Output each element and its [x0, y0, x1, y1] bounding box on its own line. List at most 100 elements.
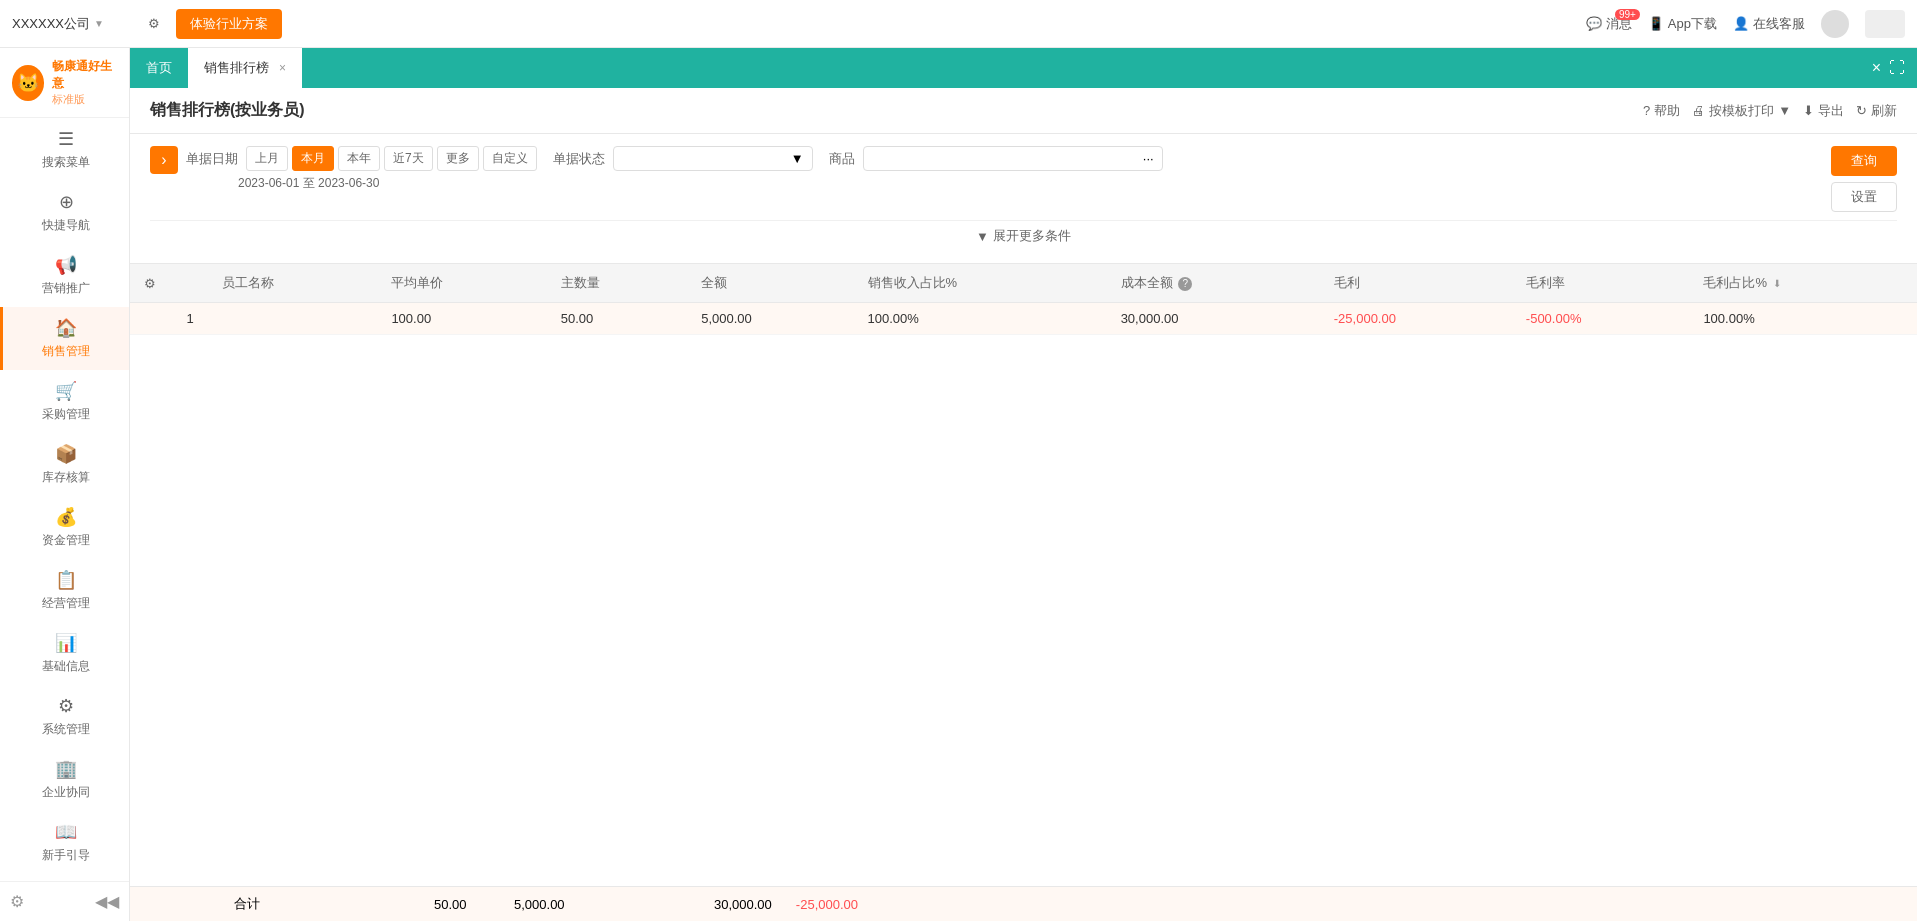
col-sales-pct-label: 销售收入占比% — [868, 275, 958, 290]
app-download-button[interactable]: 📱 App下载 — [1648, 15, 1717, 33]
row-quantity-value: 50.00 — [561, 311, 594, 326]
col-gross-label: 毛利 — [1334, 275, 1360, 290]
sidebar-item-finance[interactable]: 💰 资金管理 — [0, 496, 129, 559]
topbar-settings-button[interactable]: ⚙ — [140, 10, 168, 38]
print-icon: 🖨 — [1692, 103, 1705, 118]
help-button[interactable]: ? 帮助 — [1643, 102, 1680, 120]
sidebar-item-system[interactable]: ⚙ 系统管理 — [0, 685, 129, 748]
col-header-gross[interactable]: 毛利 — [1322, 264, 1514, 303]
gross-pct-sort-icon[interactable]: ⬇ — [1773, 278, 1781, 289]
expand-more-button[interactable]: ▼ 展开更多条件 — [976, 227, 1071, 245]
template-print-button[interactable]: 🖨 按模板打印 ▼ — [1692, 102, 1791, 120]
row-gross-value: -25,000.00 — [1334, 311, 1396, 326]
message-badge: 99+ — [1615, 9, 1640, 20]
filter-settings-button[interactable]: 设置 — [1831, 182, 1897, 212]
row-settings-cell — [130, 303, 170, 335]
topbar-settings-icon: ⚙ — [148, 16, 160, 31]
tab-bar: 首页 销售排行榜 × × ⛶ — [130, 48, 1917, 88]
date-filter-label: 单据日期 — [186, 150, 238, 168]
col-header-amount[interactable]: 全额 — [689, 264, 855, 303]
date-btn-last-month[interactable]: 上月 — [246, 146, 288, 171]
tab-end-icons: × ⛶ — [1872, 59, 1917, 77]
tab-sales-ranking-label: 销售排行榜 — [204, 59, 269, 77]
sidebar-label-system: 系统管理 — [42, 721, 90, 738]
status-select[interactable]: ▼ — [613, 146, 813, 171]
footer-cost: 30,000.00 — [702, 897, 784, 912]
date-btn-custom[interactable]: 自定义 — [483, 146, 537, 171]
page-header: 销售排行榜(按业务员) ? 帮助 🖨 按模板打印 ▼ ⬇ — [130, 88, 1917, 134]
sidebar-settings-button[interactable]: ⚙ — [10, 892, 24, 911]
sidebar-item-purchase[interactable]: 🛒 采购管理 — [0, 370, 129, 433]
user-name-area[interactable] — [1865, 10, 1905, 38]
sidebar-item-sales[interactable]: 🏠 销售管理 — [0, 307, 129, 370]
tab-expand-icon[interactable]: ⛶ — [1889, 59, 1905, 77]
sidebar-item-shortcut[interactable]: ⊕ 快捷导航 — [0, 181, 129, 244]
date-btn-this-year[interactable]: 本年 — [338, 146, 380, 171]
footer-gross: -25,000.00 — [784, 897, 870, 912]
sidebar-label-inventory: 库存核算 — [42, 469, 90, 486]
date-btn-this-month[interactable]: 本月 — [292, 146, 334, 171]
sidebar-item-guide[interactable]: 📖 新手引导 — [0, 811, 129, 874]
logo-line1: 畅康通好生意 — [52, 58, 117, 92]
table-header-row: ⚙ 员工名称 平均单价 主数量 — [130, 264, 1917, 303]
col-header-quantity[interactable]: 主数量 — [549, 264, 689, 303]
forward-button[interactable]: › — [150, 146, 178, 174]
content-area: 首页 销售排行榜 × × ⛶ 销售排行榜(按业务员) — [130, 48, 1917, 921]
sidebar-bottom: ⚙ ◀◀ — [0, 881, 129, 921]
online-service-button[interactable]: 👤 在线客服 — [1733, 15, 1805, 33]
sidebar-item-marketing[interactable]: 📢 营销推广 — [0, 244, 129, 307]
user-avatar[interactable] — [1821, 10, 1849, 38]
row-avg-price-value: 100.00 — [391, 311, 431, 326]
experience-button[interactable]: 体验行业方案 — [176, 9, 282, 39]
goods-input[interactable]: ··· — [863, 146, 1163, 171]
row-rank-cell: 1 — [170, 303, 210, 335]
search-order-icon: ☰ — [58, 128, 74, 150]
col-header-gross-rate[interactable]: 毛利率 — [1514, 264, 1692, 303]
table-row: 1 100.00 50.00 — [130, 303, 1917, 335]
tab-sales-ranking[interactable]: 销售排行榜 × — [188, 48, 302, 88]
sidebar-item-apps[interactable]: 📱 应用中心 — [0, 874, 129, 881]
tab-close-all-icon[interactable]: × — [1872, 59, 1881, 77]
message-button[interactable]: 💬 消息 99+ — [1586, 15, 1632, 33]
sidebar-item-inventory[interactable]: 📦 库存核算 — [0, 433, 129, 496]
col-header-sales-pct[interactable]: 销售收入占比% — [856, 264, 1109, 303]
sidebar-item-basic[interactable]: 📊 基础信息 — [0, 622, 129, 685]
col-header-gross-pct[interactable]: 毛利占比% ⬇ — [1691, 264, 1917, 303]
sidebar-item-search-order[interactable]: ☰ 搜索菜单 — [0, 118, 129, 181]
refresh-button[interactable]: ↻ 刷新 — [1856, 102, 1897, 120]
sidebar: 🐱 畅康通好生意 标准版 ☰ 搜索菜单 ⊕ 快捷导航 📢 营销 — [0, 48, 130, 921]
col-header-settings[interactable]: ⚙ — [130, 264, 170, 303]
col-header-avg-price[interactable]: 平均单价 — [379, 264, 548, 303]
tab-home[interactable]: 首页 — [130, 48, 188, 88]
sidebar-nav: ☰ 搜索菜单 ⊕ 快捷导航 📢 营销推广 🏠 销售管理 🛒 采购管理 — [0, 118, 129, 881]
marketing-icon: 📢 — [55, 254, 77, 276]
query-button[interactable]: 查询 — [1831, 146, 1897, 176]
table-section: ⚙ 员工名称 平均单价 主数量 — [130, 264, 1917, 921]
tab-close-icon[interactable]: × — [279, 61, 286, 75]
app-download-label: App下载 — [1668, 15, 1717, 33]
col-header-cost[interactable]: 成本全额 ? — [1109, 264, 1322, 303]
sidebar-item-operation[interactable]: 📋 经营管理 — [0, 559, 129, 622]
row-gross-cell: -25,000.00 — [1322, 303, 1514, 335]
download-icon: 📱 — [1648, 16, 1664, 31]
col-employee-label: 员工名称 — [222, 275, 274, 290]
tab-home-label: 首页 — [146, 59, 172, 77]
sidebar-label-enterprise: 企业协同 — [42, 784, 90, 801]
sidebar-collapse-button[interactable]: ◀◀ — [95, 892, 119, 911]
row-cost-cell: 30,000.00 — [1109, 303, 1322, 335]
template-print-label: 按模板打印 — [1709, 102, 1774, 120]
purchase-icon: 🛒 — [55, 380, 77, 402]
guide-icon: 📖 — [55, 821, 77, 843]
col-header-employee[interactable]: 员工名称 — [210, 264, 379, 303]
sidebar-item-enterprise[interactable]: 🏢 企业协同 — [0, 748, 129, 811]
shortcut-icon: ⊕ — [59, 191, 74, 213]
company-selector[interactable]: XXXXXX公司 ▼ — [12, 15, 132, 33]
logo-text: 畅康通好生意 标准版 — [52, 58, 117, 107]
date-btn-7days[interactable]: 近7天 — [384, 146, 433, 171]
export-button[interactable]: ⬇ 导出 — [1803, 102, 1844, 120]
status-filter-label: 单据状态 — [553, 150, 605, 168]
date-btn-more[interactable]: 更多 — [437, 146, 479, 171]
top-bar-right: 💬 消息 99+ 📱 App下载 👤 在线客服 — [1586, 10, 1905, 38]
filter-status-item: 单据状态 ▼ — [553, 146, 813, 171]
cost-info-icon[interactable]: ? — [1178, 277, 1192, 291]
